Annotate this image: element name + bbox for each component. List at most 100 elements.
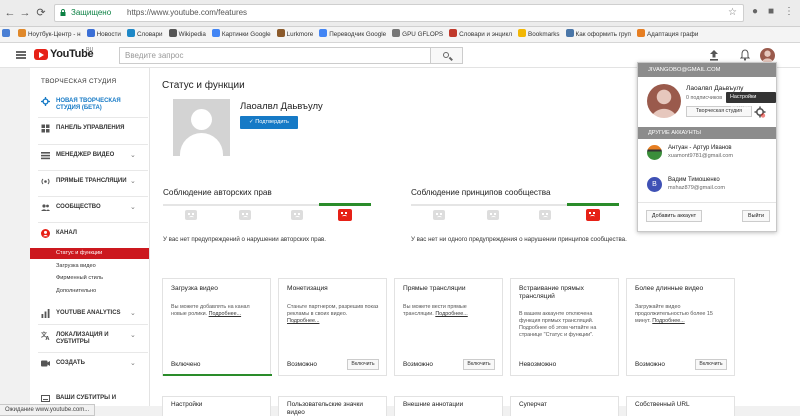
bookmark-star-icon[interactable]: ☆: [728, 5, 737, 21]
sidebar-item[interactable]: КАНАЛ: [30, 228, 149, 242]
chevron-down-icon[interactable]: ⌄: [130, 331, 136, 339]
apps-icon[interactable]: [0, 27, 16, 42]
feature-card: Прямые трансляции Вы можете вести прямые …: [394, 278, 503, 376]
bookmark-label: Адаптация графи: [646, 31, 699, 38]
browser-status-bar: Ожидание www.youtube.com...: [0, 404, 96, 416]
bookmark-item[interactable]: Адаптация графи: [635, 27, 702, 42]
account-name: Вадим Тимошенко: [668, 177, 720, 183]
happy-face-icon: [586, 209, 600, 221]
bookmark-item[interactable]: Ноутбук-Центр - н: [16, 27, 85, 42]
sidebar-item[interactable]: ПАНЕЛЬ УПРАВЛЕНИЯ: [30, 123, 149, 137]
bookmark-favicon-icon: [392, 29, 401, 37]
extension-icon[interactable]: ■: [768, 6, 774, 17]
learn-more-link[interactable]: Подробнее...: [209, 311, 241, 317]
sidebar-subitem[interactable]: Дополнительно: [30, 286, 149, 297]
bookmark-item[interactable]: Как оформить груп: [564, 27, 635, 42]
account-name: Антуан - Артур Иванов: [668, 145, 732, 151]
account-avatar: [647, 145, 662, 160]
copyright-title: Соблюдение авторских прав: [163, 188, 272, 197]
chevron-down-icon[interactable]: ⌄: [130, 203, 136, 211]
account-avatar[interactable]: [760, 48, 775, 63]
feature-description: Вы можете вести прямые трансляции. Подро…: [403, 304, 497, 318]
community-note: У вас нет ни одного предупреждения о нар…: [411, 236, 627, 243]
add-account-button[interactable]: Добавить аккаунт: [646, 210, 702, 222]
account-email: xuamont9781@gmail.com: [668, 153, 734, 159]
sad-face-icon: [291, 210, 303, 220]
learn-more-link[interactable]: Подробнее...: [435, 311, 467, 317]
popup-email: JIVANGOBO@GMAIL.COM: [638, 63, 776, 77]
account-row[interactable]: Антуан - Артур Иванов xuamont9781@gmail.c…: [647, 143, 775, 165]
bookmark-label: Bookmarks: [528, 31, 560, 38]
bookmark-favicon-icon: [518, 29, 527, 37]
chevron-down-icon[interactable]: ⌄: [130, 309, 136, 317]
enable-button[interactable]: Включить: [695, 359, 727, 370]
search-button[interactable]: [431, 47, 463, 64]
youtube-logo-icon[interactable]: [34, 49, 48, 60]
popup-subscribers: 0 подписчиков: [686, 95, 723, 101]
bookmark-favicon-icon: [276, 29, 285, 37]
menu-icon[interactable]: ⋮: [784, 6, 794, 17]
sidebar-item[interactable]: НОВАЯ ТВОРЧЕСКАЯ СТУДИЯ (БЕТА): [30, 96, 149, 111]
video-manager-icon: [41, 152, 50, 160]
feature-title: Настройки: [171, 401, 203, 408]
bookmark-item[interactable]: Bookmarks: [516, 27, 564, 42]
bookmark-item[interactable]: Словари и энцикл: [447, 27, 516, 42]
sidebar-item-label: НОВАЯ ТВОРЧЕСКАЯ СТУДИЯ (БЕТА): [56, 98, 121, 111]
sidebar-title: ТВОРЧЕСКАЯ СТУДИЯ: [41, 78, 117, 85]
sidebar-subitem[interactable]: Загрузка видео: [30, 261, 149, 272]
bookmark-item[interactable]: Словари: [125, 27, 167, 42]
feature-card: Внешние аннотации: [394, 396, 503, 416]
bookmark-favicon-icon: [449, 29, 458, 37]
enable-button[interactable]: Включить: [347, 359, 379, 370]
bookmark-label: Новости: [96, 31, 121, 38]
sidebar-item-label: МЕНЕДЖЕР ВИДЕО: [56, 152, 115, 158]
channel-avatar-placeholder: [173, 99, 230, 156]
popup-divider: [638, 202, 776, 203]
sidebar-item[interactable]: МЕНЕДЖЕР ВИДЕО ⌄: [30, 150, 149, 164]
back-icon[interactable]: ←: [4, 7, 16, 19]
bookmark-item[interactable]: Картинки Google: [210, 27, 275, 42]
sidebar-item[interactable]: СОЗДАТЬ ⌄: [30, 358, 149, 372]
dashboard-icon: [41, 124, 50, 133]
bookmark-item[interactable]: Новости: [85, 27, 125, 42]
gear-icon[interactable]: [754, 106, 766, 118]
forward-icon[interactable]: →: [19, 7, 31, 19]
logout-button[interactable]: Выйти: [742, 210, 770, 222]
subtitles-icon: [41, 395, 50, 402]
bell-icon[interactable]: [740, 49, 750, 61]
sidebar-subitem[interactable]: Статус и функции: [30, 248, 149, 259]
account-row[interactable]: В Вадим Тимошенко mshaz879@gmail.com: [647, 175, 775, 197]
bookmark-item[interactable]: Lurkmore: [275, 27, 318, 42]
bookmark-item[interactable]: GPU GFLOPS: [390, 27, 447, 42]
strike-status-bar: [319, 203, 371, 206]
sad-face-icon: [239, 210, 251, 220]
sad-face-icon: [433, 210, 445, 220]
page-title: Статус и функции: [162, 80, 245, 91]
verify-button[interactable]: ✓ Подтвердить: [240, 116, 298, 129]
sidebar-item[interactable]: СООБЩЕСТВО ⌄: [30, 202, 149, 216]
chevron-down-icon[interactable]: ⌄: [130, 359, 136, 367]
account-email: mshaz879@gmail.com: [668, 185, 725, 191]
search-input[interactable]: Введите запрос: [119, 47, 431, 64]
upload-icon[interactable]: [709, 50, 719, 61]
sidebar-item[interactable]: YOUTUBE ANALYTICS ⌄: [30, 308, 149, 322]
sidebar-item[interactable]: 文 A ЛОКАЛИЗАЦИЯ И СУБТИТРЫ ⌄: [30, 330, 149, 345]
enable-button[interactable]: Включить: [463, 359, 495, 370]
feature-status: Возможно: [287, 361, 317, 368]
extension-icon[interactable]: ●: [752, 6, 758, 17]
feature-status: Включено: [171, 361, 201, 368]
sidebar-item[interactable]: ПРЯМЫЕ ТРАНСЛЯЦИИ ⌄: [30, 176, 149, 190]
chevron-down-icon[interactable]: ⌄: [130, 151, 136, 159]
reload-icon[interactable]: ⟳: [35, 7, 47, 19]
learn-more-link[interactable]: Подробнее...: [652, 318, 684, 324]
feature-title: Пользовательские значки видео: [287, 401, 363, 416]
feature-card: Настройки: [162, 396, 271, 416]
sidebar-subitem[interactable]: Фирменный стиль: [30, 273, 149, 284]
menu-icon[interactable]: [16, 51, 26, 59]
bookmark-item[interactable]: Wikipedia: [167, 27, 210, 42]
chevron-down-icon[interactable]: ⌄: [130, 177, 136, 185]
settings-tooltip: Настройки YouTube: [726, 92, 776, 111]
bookmark-item[interactable]: Переводчик Google: [317, 27, 390, 42]
learn-more-link[interactable]: Подробнее...: [287, 318, 319, 324]
address-bar[interactable]: Защищено https://www.youtube.com/feature…: [54, 4, 744, 22]
